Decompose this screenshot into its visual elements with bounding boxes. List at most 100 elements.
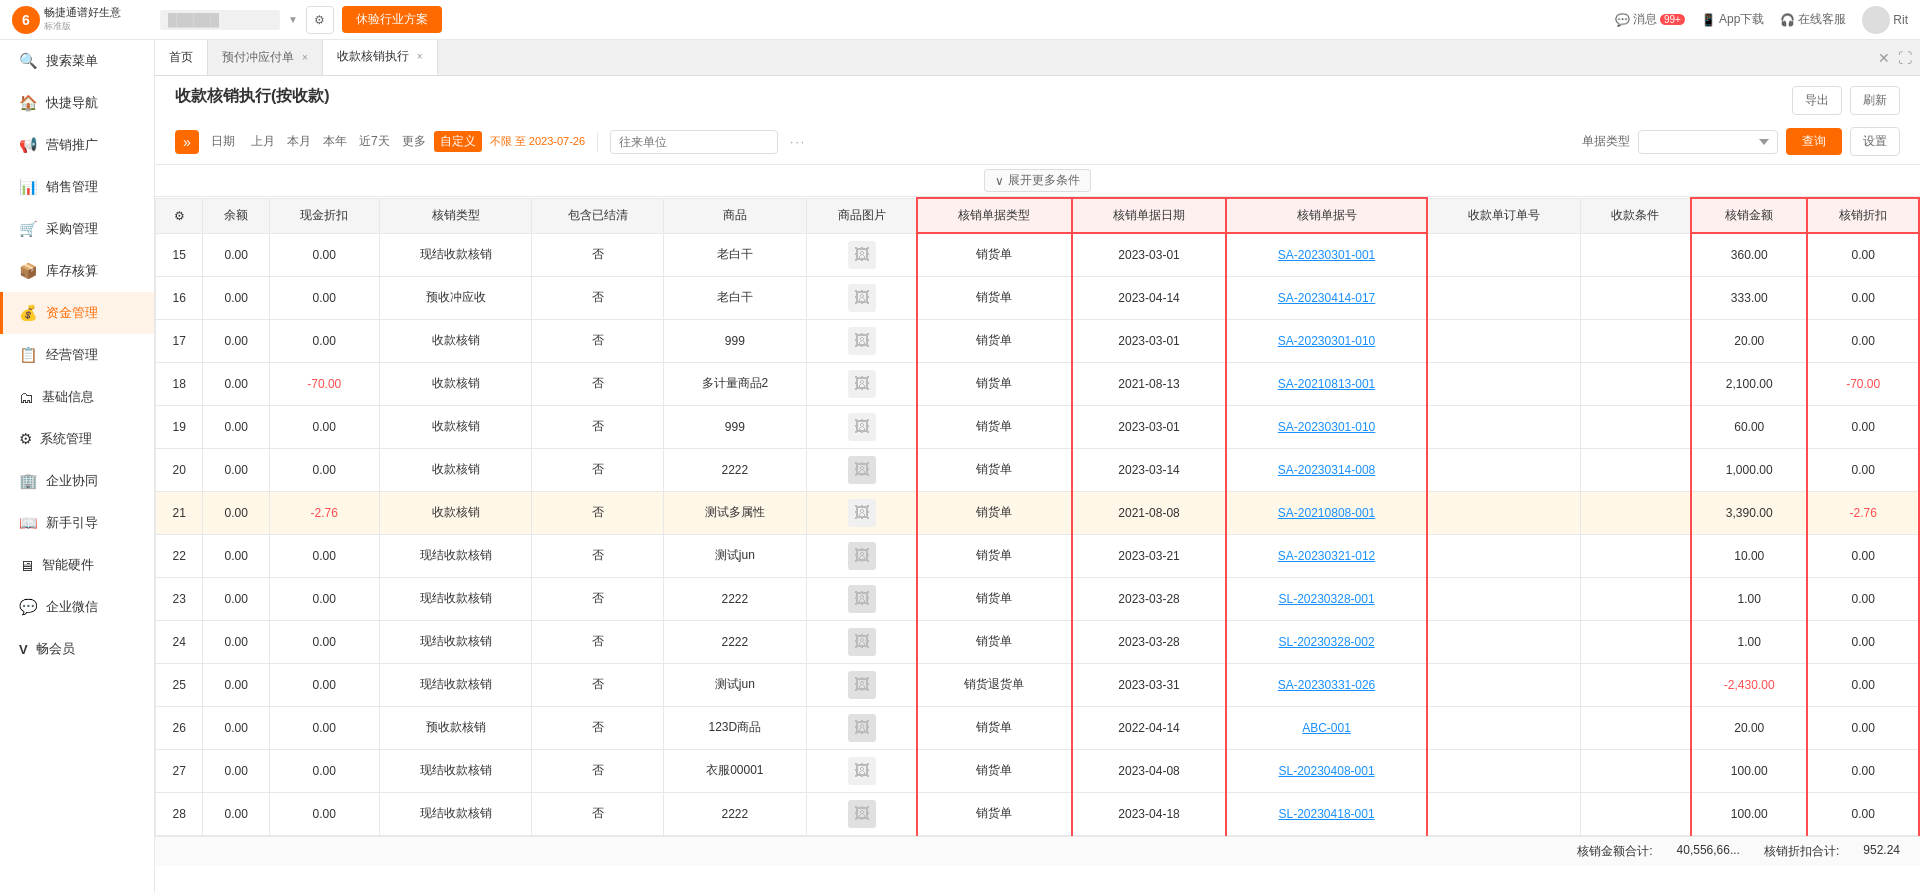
cell-cancel-amt: 1.00 <box>1691 620 1807 663</box>
cell-bill-no[interactable]: SL-20230328-002 <box>1226 620 1426 663</box>
cell-cancel-type: 预收款核销 <box>379 706 532 749</box>
basic-info-icon: 🗂 <box>19 389 34 406</box>
tab-cancel[interactable]: 收款核销执行 × <box>323 40 438 75</box>
bill-type-select[interactable]: 销货单 销货退货单 <box>1638 130 1778 154</box>
bill-no-link[interactable]: SA-20230301-010 <box>1278 334 1375 348</box>
sidebar-item-wechat[interactable]: 💬 企业微信 <box>0 586 154 628</box>
cell-bill-no[interactable]: SA-20230301-010 <box>1226 319 1426 362</box>
sidebar-label-beginner: 新手引导 <box>46 514 98 532</box>
inventory-icon: 📦 <box>19 262 38 280</box>
cell-bill-no[interactable]: SA-20210808-001 <box>1226 491 1426 534</box>
online-service-button[interactable]: 🎧 在线客服 <box>1780 11 1846 28</box>
cell-balance: 0.00 <box>203 233 270 276</box>
cell-bill-no[interactable]: SA-20210813-001 <box>1226 362 1426 405</box>
sidebar-item-quick-nav[interactable]: 🏠 快捷导航 <box>0 82 154 124</box>
counterpart-input[interactable] <box>610 130 778 154</box>
sidebar-item-marketing[interactable]: 📢 营销推广 <box>0 124 154 166</box>
bill-no-link[interactable]: SA-20230414-017 <box>1278 291 1375 305</box>
refresh-button[interactable]: 刷新 <box>1850 86 1900 115</box>
date-option-last-month[interactable]: 上月 <box>247 131 279 152</box>
bill-no-link[interactable]: SA-20210808-001 <box>1278 506 1375 520</box>
query-button[interactable]: 查询 <box>1786 128 1842 155</box>
sidebar-item-system[interactable]: ⚙ 系统管理 <box>0 418 154 460</box>
sidebar-item-operations[interactable]: 📋 经营管理 <box>0 334 154 376</box>
sidebar-item-beginner[interactable]: 📖 新手引导 <box>0 502 154 544</box>
cell-cancel-discount: 0.00 <box>1807 663 1919 706</box>
cell-bill-no[interactable]: SA-20230331-026 <box>1226 663 1426 706</box>
sidebar-item-finance[interactable]: 💰 资金管理 <box>0 292 154 334</box>
tab-home[interactable]: 首页 <box>155 40 208 75</box>
user-avatar-area[interactable]: Rit <box>1862 6 1908 34</box>
app-download-button[interactable]: 📱 App下载 <box>1701 11 1764 28</box>
cell-bill-no[interactable]: SL-20230418-001 <box>1226 792 1426 835</box>
sidebar-item-search[interactable]: 🔍 搜索菜单 <box>0 40 154 82</box>
cell-cancel-discount: 0.00 <box>1807 706 1919 749</box>
product-image: 🖼 <box>848 714 876 742</box>
bill-no-link[interactable]: SA-20230301-001 <box>1278 248 1375 262</box>
settings-icon[interactable]: ⚙ <box>306 6 334 34</box>
cell-product-img: 🖼 <box>807 792 918 835</box>
bill-no-link[interactable]: ABC-001 <box>1302 721 1351 735</box>
col-cancel-amt: 核销金额 <box>1691 198 1807 233</box>
company-selector[interactable]: ██████ <box>160 10 280 30</box>
date-option-7-days[interactable]: 近7天 <box>355 131 394 152</box>
cell-bill-no[interactable]: SA-20230301-001 <box>1226 233 1426 276</box>
expand-more-label: 展开更多条件 <box>1008 172 1080 189</box>
sidebar-item-enterprise[interactable]: 🏢 企业协同 <box>0 460 154 502</box>
expand-more-button[interactable]: ∨ 展开更多条件 <box>984 169 1091 192</box>
cell-balance: 0.00 <box>203 620 270 663</box>
cell-bill-type: 销货单 <box>917 749 1072 792</box>
date-option-more[interactable]: 更多 <box>398 131 430 152</box>
cell-id: 26 <box>156 706 203 749</box>
cell-conditions <box>1580 448 1691 491</box>
cell-bill-no[interactable]: ABC-001 <box>1226 706 1426 749</box>
bill-no-link[interactable]: SL-20230328-002 <box>1278 635 1374 649</box>
date-option-this-month[interactable]: 本月 <box>283 131 315 152</box>
bill-no-link[interactable]: SA-20230314-008 <box>1278 463 1375 477</box>
export-button[interactable]: 导出 <box>1792 86 1842 115</box>
cell-bill-no[interactable]: SL-20230408-001 <box>1226 749 1426 792</box>
date-option-this-year[interactable]: 本年 <box>319 131 351 152</box>
cell-bill-no[interactable]: SA-20230314-008 <box>1226 448 1426 491</box>
date-option-custom[interactable]: 自定义 <box>434 131 482 152</box>
bill-no-link[interactable]: SA-20230301-010 <box>1278 420 1375 434</box>
cell-id: 23 <box>156 577 203 620</box>
cell-bill-date: 2023-03-14 <box>1072 448 1227 491</box>
sidebar-item-member[interactable]: V 畅会员 <box>0 628 154 670</box>
filter-expand-button[interactable]: » <box>175 130 199 154</box>
bill-no-link[interactable]: SL-20230408-001 <box>1278 764 1374 778</box>
sidebar-label-purchase: 采购管理 <box>46 220 98 238</box>
bill-no-link[interactable]: SL-20230328-001 <box>1278 592 1374 606</box>
messages-button[interactable]: 💬 消息 99+ <box>1615 11 1685 28</box>
cell-bill-no[interactable]: SA-20230414-017 <box>1226 276 1426 319</box>
logo-area: 6 畅捷通谱好生意 标准版 <box>12 6 152 34</box>
cell-included: 否 <box>532 706 663 749</box>
filter-settings-button[interactable]: 设置 <box>1850 127 1900 156</box>
sidebar-label-system: 系统管理 <box>40 430 92 448</box>
sidebar-item-basic-info[interactable]: 🗂 基础信息 <box>0 376 154 418</box>
cell-product-img: 🖼 <box>807 448 918 491</box>
maximize-icon[interactable]: ⛶ <box>1898 50 1912 66</box>
industry-solution-button[interactable]: 休验行业方案 <box>342 6 442 33</box>
col-settings[interactable]: ⚙ <box>156 198 203 233</box>
bill-no-link[interactable]: SA-20230331-026 <box>1278 678 1375 692</box>
sidebar-item-sales[interactable]: 📊 销售管理 <box>0 166 154 208</box>
cell-bill-type: 销货单 <box>917 577 1072 620</box>
tab-prepay-close[interactable]: × <box>302 52 308 63</box>
sidebar-item-purchase[interactable]: 🛒 采购管理 <box>0 208 154 250</box>
cell-bill-date: 2021-08-08 <box>1072 491 1227 534</box>
sidebar-item-inventory[interactable]: 📦 库存核算 <box>0 250 154 292</box>
cell-included: 否 <box>532 577 663 620</box>
cell-bill-no[interactable]: SA-20230321-012 <box>1226 534 1426 577</box>
bill-no-link[interactable]: SA-20230321-012 <box>1278 549 1375 563</box>
sidebar-item-smart-hardware[interactable]: 🖥 智能硬件 <box>0 544 154 586</box>
cell-bill-no[interactable]: SL-20230328-001 <box>1226 577 1426 620</box>
tab-prepay[interactable]: 预付冲应付单 × <box>208 40 323 75</box>
bill-no-link[interactable]: SA-20210813-001 <box>1278 377 1375 391</box>
tab-cancel-close[interactable]: × <box>417 51 423 62</box>
bill-no-link[interactable]: SL-20230418-001 <box>1278 807 1374 821</box>
company-dropdown-arrow[interactable]: ▼ <box>288 14 298 25</box>
cell-cash-discount: 0.00 <box>269 405 379 448</box>
close-all-icon[interactable]: ✕ <box>1878 50 1890 66</box>
cell-bill-no[interactable]: SA-20230301-010 <box>1226 405 1426 448</box>
